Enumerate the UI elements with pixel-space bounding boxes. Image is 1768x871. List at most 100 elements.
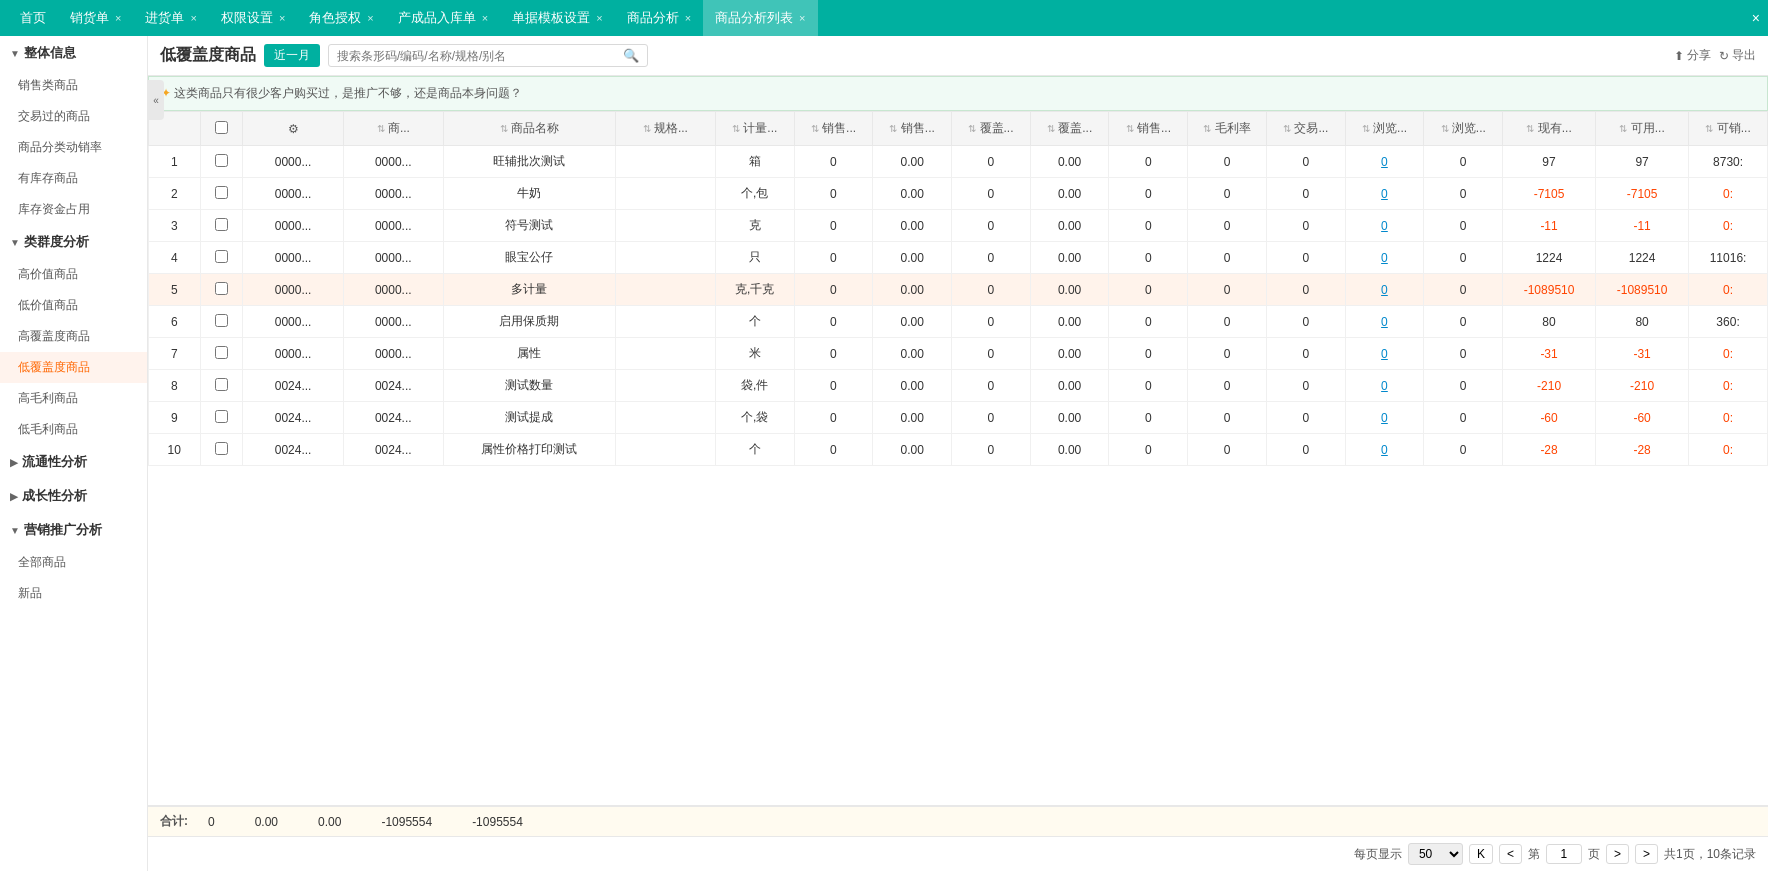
table-row[interactable]: 8 0024... 0024... 测试数量 袋,件 0 0.00 0 0.00…	[149, 370, 1768, 402]
nav-product-analysis-list[interactable]: 商品分析列表 ×	[703, 0, 817, 36]
nav-template[interactable]: 单据模板设置 ×	[500, 0, 614, 36]
nav-role[interactable]: 角色授权 ×	[297, 0, 385, 36]
cell-browse1[interactable]: 0	[1345, 402, 1424, 434]
sidebar-item-high-coverage[interactable]: 高覆盖度商品	[0, 321, 147, 352]
nav-sales[interactable]: 销货单 ×	[58, 0, 133, 36]
row-checkbox[interactable]	[215, 442, 228, 455]
sidebar-item-high-value[interactable]: 高价值商品	[0, 259, 147, 290]
sidebar-item-stocked-goods[interactable]: 有库存商品	[0, 163, 147, 194]
search-icon[interactable]: 🔍	[623, 48, 639, 63]
cell-browse1[interactable]: 0	[1345, 370, 1424, 402]
nav-close-icon[interactable]: ×	[367, 0, 373, 36]
sidebar-group-marketing[interactable]: ▼ 营销推广分析	[0, 513, 147, 547]
table-row[interactable]: 5 0000... 0000... 多计量 克,千克 0 0.00 0 0.00…	[149, 274, 1768, 306]
col-header-check[interactable]	[200, 112, 243, 146]
nav-close-icon[interactable]: ×	[799, 0, 805, 36]
col-header-sold[interactable]: ⇅ 销售...	[1109, 112, 1188, 146]
sidebar-item-low-coverage[interactable]: 低覆盖度商品	[0, 352, 147, 383]
sidebar-item-category-rate[interactable]: 商品分类动销率	[0, 132, 147, 163]
nav-close-icon[interactable]: ×	[596, 0, 602, 36]
cell-check[interactable]	[200, 274, 243, 306]
select-all-checkbox[interactable]	[215, 121, 228, 134]
cell-browse1[interactable]: 0	[1345, 306, 1424, 338]
table-row[interactable]: 6 0000... 0000... 启用保质期 个 0 0.00 0 0.00 …	[149, 306, 1768, 338]
cell-check[interactable]	[200, 402, 243, 434]
col-header-tx[interactable]: ⇅ 交易...	[1266, 112, 1345, 146]
col-header-current[interactable]: ⇅ 现有...	[1503, 112, 1596, 146]
sidebar-group-overall[interactable]: ▼ 整体信息	[0, 36, 147, 70]
table-row[interactable]: 2 0000... 0000... 牛奶 个,包 0 0.00 0 0.00 0…	[149, 178, 1768, 210]
sidebar-item-low-value[interactable]: 低价值商品	[0, 290, 147, 321]
col-header-avail[interactable]: ⇅ 可用...	[1596, 112, 1689, 146]
first-page-button[interactable]: K	[1469, 844, 1493, 864]
col-header-sales-qty[interactable]: ⇅ 销售...	[794, 112, 873, 146]
table-row[interactable]: 10 0024... 0024... 属性价格打印测试 个 0 0.00 0 0…	[149, 434, 1768, 466]
col-header-cov2[interactable]: ⇅ 覆盖...	[1030, 112, 1109, 146]
table-row[interactable]: 7 0000... 0000... 属性 米 0 0.00 0 0.00 0 0…	[149, 338, 1768, 370]
row-checkbox[interactable]	[215, 346, 228, 359]
cell-check[interactable]	[200, 146, 243, 178]
col-header-code[interactable]: ⇅ 商...	[343, 112, 443, 146]
cell-browse1[interactable]: 0	[1345, 146, 1424, 178]
table-row[interactable]: 9 0024... 0024... 测试提成 个,袋 0 0.00 0 0.00…	[149, 402, 1768, 434]
page-number-input[interactable]	[1546, 844, 1582, 864]
sidebar-item-new-goods[interactable]: 新品	[0, 578, 147, 609]
nav-close-icon[interactable]: ×	[685, 0, 691, 36]
col-header-cov1[interactable]: ⇅ 覆盖...	[952, 112, 1031, 146]
row-checkbox[interactable]	[215, 186, 228, 199]
sidebar-item-all-goods[interactable]: 全部商品	[0, 547, 147, 578]
page-size-select[interactable]: 50 100 200	[1408, 843, 1463, 865]
share-button[interactable]: ⬆ 分享	[1674, 47, 1711, 64]
col-header-unit[interactable]: ⇅ 计量...	[715, 112, 794, 146]
cell-browse1[interactable]: 0	[1345, 274, 1424, 306]
search-input[interactable]	[337, 49, 623, 63]
nav-product-entry[interactable]: 产成品入库单 ×	[386, 0, 500, 36]
sidebar-group-circulation[interactable]: ▶ 流通性分析	[0, 445, 147, 479]
nav-close-icon[interactable]: ×	[190, 0, 196, 36]
sidebar-group-cluster[interactable]: ▼ 类群度分析	[0, 225, 147, 259]
table-row[interactable]: 3 0000... 0000... 符号测试 克 0 0.00 0 0.00 0…	[149, 210, 1768, 242]
table-row[interactable]: 4 0000... 0000... 眼宝公仔 只 0 0.00 0 0.00 0…	[149, 242, 1768, 274]
cell-check[interactable]	[200, 370, 243, 402]
gear-icon[interactable]: ⚙	[288, 122, 299, 136]
row-checkbox[interactable]	[215, 410, 228, 423]
nav-home[interactable]: 首页	[8, 0, 58, 36]
nav-product-analysis[interactable]: 商品分析 ×	[615, 0, 703, 36]
last-page-button[interactable]: >	[1635, 844, 1658, 864]
col-header-browse2[interactable]: ⇅ 浏览...	[1424, 112, 1503, 146]
row-checkbox[interactable]	[215, 154, 228, 167]
col-header-name[interactable]: ⇅ 商品名称	[443, 112, 615, 146]
cell-check[interactable]	[200, 306, 243, 338]
cell-check[interactable]	[200, 178, 243, 210]
sidebar-item-sales-goods[interactable]: 销售类商品	[0, 70, 147, 101]
nav-close-icon[interactable]: ×	[482, 0, 488, 36]
cell-browse1[interactable]: 0	[1345, 210, 1424, 242]
nav-close-icon[interactable]: ×	[115, 0, 121, 36]
col-header-sales-amt[interactable]: ⇅ 销售...	[873, 112, 952, 146]
cell-browse1[interactable]: 0	[1345, 338, 1424, 370]
nav-purchase[interactable]: 进货单 ×	[133, 0, 208, 36]
row-checkbox[interactable]	[215, 282, 228, 295]
cell-check[interactable]	[200, 242, 243, 274]
sidebar-item-high-margin[interactable]: 高毛利商品	[0, 383, 147, 414]
col-header-browse1[interactable]: ⇅ 浏览...	[1345, 112, 1424, 146]
sidebar-item-traded-goods[interactable]: 交易过的商品	[0, 101, 147, 132]
col-header-spec[interactable]: ⇅ 规格...	[615, 112, 715, 146]
row-checkbox[interactable]	[215, 250, 228, 263]
cell-check[interactable]	[200, 210, 243, 242]
col-header-gear[interactable]: ⚙	[243, 112, 343, 146]
cell-browse1[interactable]: 0	[1345, 178, 1424, 210]
sidebar-collapse-button[interactable]: «	[148, 80, 164, 120]
export-button[interactable]: ↻ 导出	[1719, 47, 1756, 64]
filter-recent-month-button[interactable]: 近一月	[264, 44, 320, 67]
sidebar-group-growth[interactable]: ▶ 成长性分析	[0, 479, 147, 513]
row-checkbox[interactable]	[215, 378, 228, 391]
col-header-gross[interactable]: ⇅ 毛利率	[1188, 112, 1267, 146]
sidebar-item-low-margin[interactable]: 低毛利商品	[0, 414, 147, 445]
table-row[interactable]: 1 0000... 0000... 旺辅批次测试 箱 0 0.00 0 0.00…	[149, 146, 1768, 178]
col-header-saleable[interactable]: ⇅ 可销...	[1689, 112, 1768, 146]
cell-check[interactable]	[200, 434, 243, 466]
close-all-tabs-button[interactable]: ×	[1752, 10, 1760, 26]
nav-close-icon[interactable]: ×	[279, 0, 285, 36]
nav-permission[interactable]: 权限设置 ×	[209, 0, 297, 36]
